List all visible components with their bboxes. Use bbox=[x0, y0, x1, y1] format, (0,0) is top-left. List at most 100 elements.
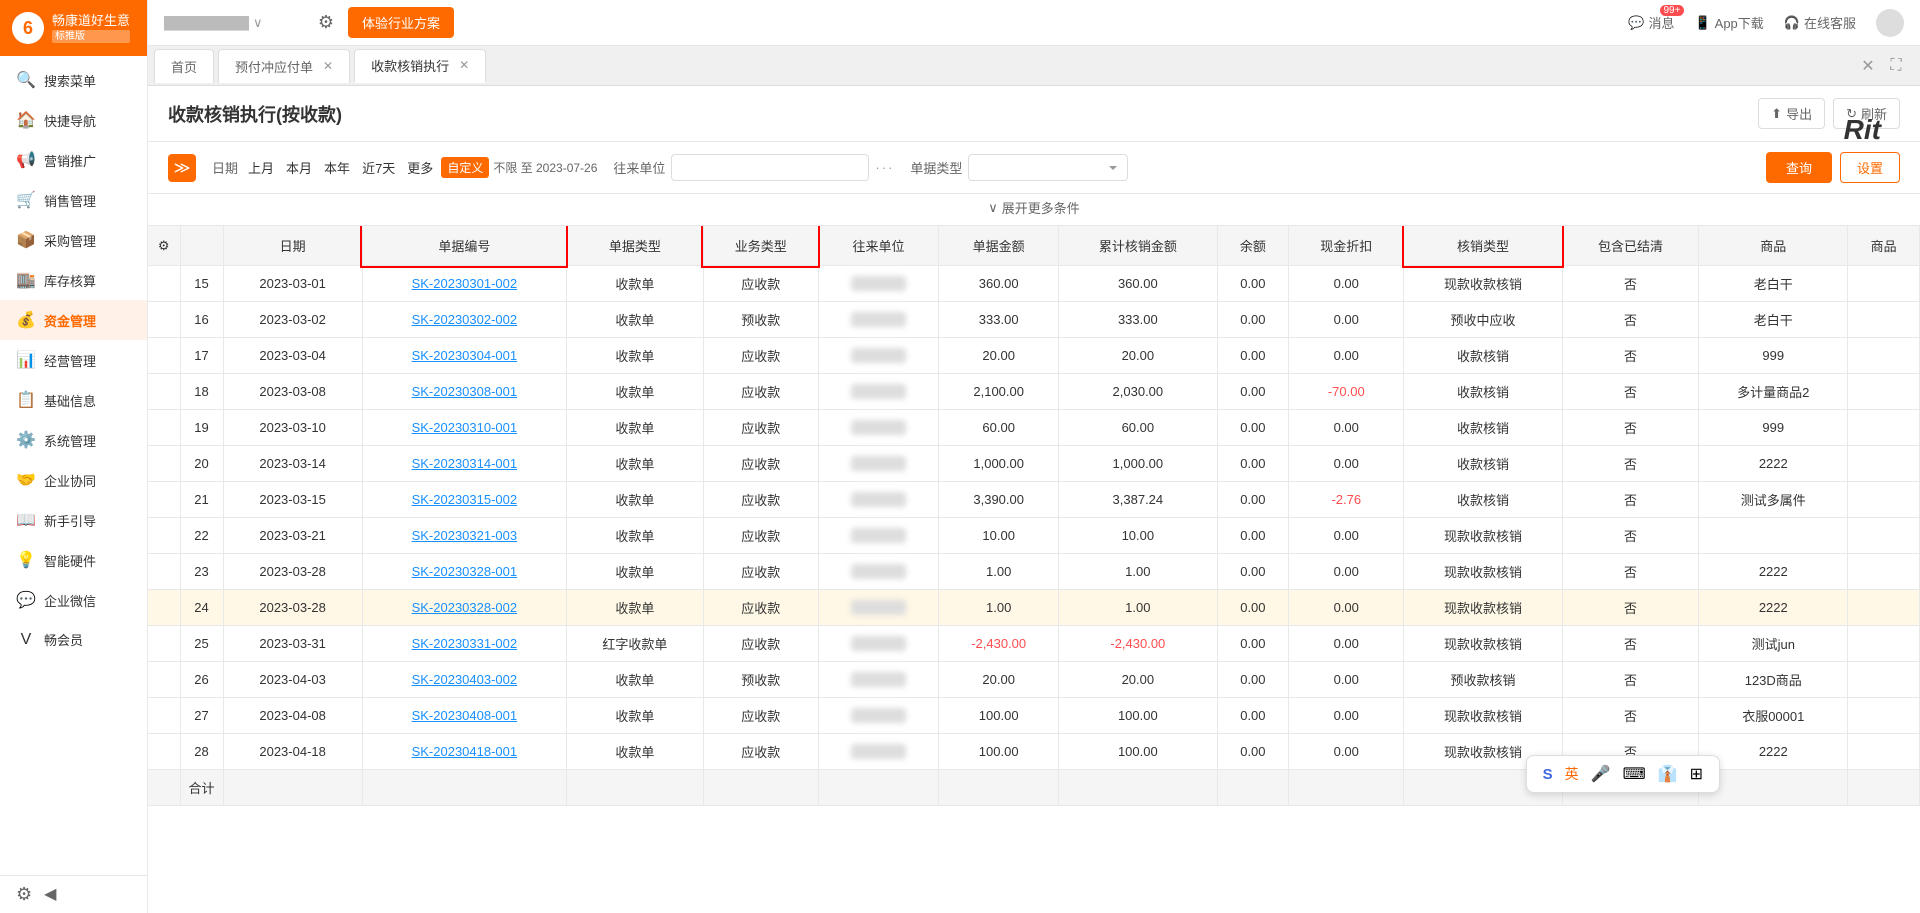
maximize-window-button[interactable]: ⛶ bbox=[1884, 54, 1908, 78]
ime-toolbar: S 英 🎤 ⌨ 👔 ⊞ bbox=[1526, 755, 1720, 793]
sidebar-item-marketing[interactable]: 📢营销推广 bbox=[0, 140, 147, 180]
cell-gear bbox=[148, 518, 180, 554]
cell-voucher_type: 收款单 bbox=[566, 698, 703, 734]
cell-voucher_no[interactable]: SK-20230403-002 bbox=[362, 662, 566, 698]
cell-writeoff_amount: 60.00 bbox=[1059, 410, 1217, 446]
date-custom-button[interactable]: 自定义 bbox=[441, 157, 489, 178]
cell-partner: ██████ bbox=[818, 482, 938, 518]
page-header: 收款核销执行(按收款) ⬆ 导出 ↻ 刷新 bbox=[148, 86, 1920, 142]
export-button[interactable]: ⬆ 导出 bbox=[1758, 98, 1825, 129]
tab-收款核销执行[interactable]: 收款核销执行✕ bbox=[354, 49, 486, 83]
ime-shirt-icon[interactable]: 👔 bbox=[1658, 764, 1678, 784]
cell-goods: 2222 bbox=[1699, 446, 1848, 482]
ime-mic-icon[interactable]: 🎤 bbox=[1591, 764, 1611, 784]
cell-writeoff_amount: 1.00 bbox=[1059, 554, 1217, 590]
sidebar-item-quick[interactable]: 🏠快捷导航 bbox=[0, 100, 147, 140]
date-opt-本年[interactable]: 本年 bbox=[320, 156, 354, 179]
date-opt-本月[interactable]: 本月 bbox=[282, 156, 316, 179]
ime-keyboard-icon[interactable]: ⌨ bbox=[1623, 764, 1646, 784]
chevron-down-icon[interactable]: ∨ bbox=[253, 15, 263, 31]
cell-no: 24 bbox=[180, 590, 223, 626]
sidebar-item-basic[interactable]: 📋基础信息 bbox=[0, 380, 147, 420]
cell-balance: 0.00 bbox=[1217, 698, 1289, 734]
sidebar-item-wechat[interactable]: 💬企业微信 bbox=[0, 580, 147, 620]
col-header-goods2: 商品 bbox=[1848, 226, 1920, 266]
sidebar-footer[interactable]: ⚙ ◀ bbox=[0, 875, 147, 913]
col-header-voucher_type: 单据类型 bbox=[566, 226, 703, 266]
cell-biz_type: 应收款 bbox=[703, 518, 818, 554]
cell-amount: 1.00 bbox=[939, 590, 1059, 626]
cell-balance: 0.00 bbox=[1217, 590, 1289, 626]
collapse-icon[interactable]: ◀ bbox=[44, 884, 56, 905]
online-service-button[interactable]: 🎧 在线客服 bbox=[1784, 13, 1856, 32]
date-opt-更多[interactable]: 更多 bbox=[403, 156, 437, 179]
cell-no: 23 bbox=[180, 554, 223, 590]
settings-footer-icon[interactable]: ⚙ bbox=[16, 884, 32, 905]
sidebar-item-purchase[interactable]: 📦采购管理 bbox=[0, 220, 147, 260]
cell-voucher_no[interactable]: SK-20230328-002 bbox=[362, 590, 566, 626]
ime-grid-icon[interactable]: ⊞ bbox=[1690, 764, 1703, 784]
sidebar-item-system[interactable]: ⚙️系统管理 bbox=[0, 420, 147, 460]
cell-writeoff_amount: 360.00 bbox=[1059, 266, 1217, 302]
gear-button[interactable]: ⚙ bbox=[312, 9, 340, 37]
filter-settings-button[interactable]: 设置 bbox=[1840, 152, 1900, 183]
footer-cell-goods2 bbox=[1848, 770, 1920, 806]
sidebar-item-search[interactable]: 🔍搜索菜单 bbox=[0, 60, 147, 100]
nav-icon-guide: 📖 bbox=[16, 510, 36, 530]
cell-voucher_no[interactable]: SK-20230308-001 bbox=[362, 374, 566, 410]
sidebar-item-hardware[interactable]: 💡智能硬件 bbox=[0, 540, 147, 580]
sidebar-item-finance[interactable]: 💰资金管理 bbox=[0, 300, 147, 340]
cell-gear bbox=[148, 410, 180, 446]
cell-date: 2023-03-04 bbox=[223, 338, 362, 374]
cell-voucher_no[interactable]: SK-20230314-001 bbox=[362, 446, 566, 482]
brand-placeholder: ██████████ bbox=[164, 16, 249, 30]
tab-close-icon[interactable]: ✕ bbox=[459, 58, 469, 72]
date-opt-上月[interactable]: 上月 bbox=[244, 156, 278, 179]
partner-input[interactable] bbox=[671, 154, 869, 181]
table-row: 262023-04-03SK-20230403-002收款单预收款██████2… bbox=[148, 662, 1920, 698]
cell-goods: 2222 bbox=[1699, 590, 1848, 626]
tab-预付冲应付单[interactable]: 预付冲应付单✕ bbox=[218, 49, 350, 83]
cell-voucher_no[interactable]: SK-20230408-001 bbox=[362, 698, 566, 734]
sidebar-item-enterprise[interactable]: 🤝企业协同 bbox=[0, 460, 147, 500]
cell-voucher_no[interactable]: SK-20230302-002 bbox=[362, 302, 566, 338]
cell-biz_type: 应收款 bbox=[703, 698, 818, 734]
cell-voucher_no[interactable]: SK-20230328-001 bbox=[362, 554, 566, 590]
filter-expand-button[interactable]: ≫ bbox=[168, 154, 196, 182]
cell-voucher_no[interactable]: SK-20230315-002 bbox=[362, 482, 566, 518]
messages-button[interactable]: 💬 消息 99+ bbox=[1628, 13, 1674, 32]
sidebar-item-operation[interactable]: 📊经营管理 bbox=[0, 340, 147, 380]
footer-cell-partner bbox=[818, 770, 938, 806]
sidebar-item-member[interactable]: V畅会员 bbox=[0, 620, 147, 659]
table-row: 222023-03-21SK-20230321-003收款单应收款██████1… bbox=[148, 518, 1920, 554]
sidebar-item-inventory[interactable]: 🏬库存核算 bbox=[0, 260, 147, 300]
cell-include_settled: 否 bbox=[1562, 518, 1699, 554]
close-window-button[interactable]: ✕ bbox=[1856, 54, 1880, 78]
tab-close-icon[interactable]: ✕ bbox=[323, 59, 333, 73]
filter-more-dots[interactable]: ··· bbox=[875, 160, 894, 175]
app-download-button[interactable]: 📱 App下载 bbox=[1694, 13, 1763, 32]
footer-cell-amount bbox=[939, 770, 1059, 806]
cell-voucher_no[interactable]: SK-20230321-003 bbox=[362, 518, 566, 554]
voucher-type-select[interactable] bbox=[968, 154, 1128, 181]
expand-more-button[interactable]: ∨ 展开更多条件 bbox=[988, 198, 1080, 217]
cell-partner: ██████ bbox=[818, 446, 938, 482]
cell-cash_discount: 0.00 bbox=[1289, 338, 1404, 374]
cell-voucher_type: 收款单 bbox=[566, 446, 703, 482]
cell-date: 2023-04-18 bbox=[223, 734, 362, 770]
tab-首页[interactable]: 首页 bbox=[154, 49, 214, 83]
user-avatar[interactable] bbox=[1876, 9, 1904, 37]
cell-no: 19 bbox=[180, 410, 223, 446]
cell-voucher_no[interactable]: SK-20230301-002 bbox=[362, 266, 566, 302]
cell-voucher_no[interactable]: SK-20230304-001 bbox=[362, 338, 566, 374]
query-button[interactable]: 查询 bbox=[1766, 152, 1832, 183]
solution-button[interactable]: 体验行业方案 bbox=[348, 7, 454, 38]
sidebar-item-guide[interactable]: 📖新手引导 bbox=[0, 500, 147, 540]
cell-voucher_no[interactable]: SK-20230331-002 bbox=[362, 626, 566, 662]
cell-voucher_no[interactable]: SK-20230418-001 bbox=[362, 734, 566, 770]
sidebar-item-sales[interactable]: 🛒销售管理 bbox=[0, 180, 147, 220]
cell-voucher_type: 收款单 bbox=[566, 374, 703, 410]
date-opt-近7天[interactable]: 近7天 bbox=[358, 156, 399, 179]
cell-voucher_no[interactable]: SK-20230310-001 bbox=[362, 410, 566, 446]
cell-date: 2023-03-01 bbox=[223, 266, 362, 302]
